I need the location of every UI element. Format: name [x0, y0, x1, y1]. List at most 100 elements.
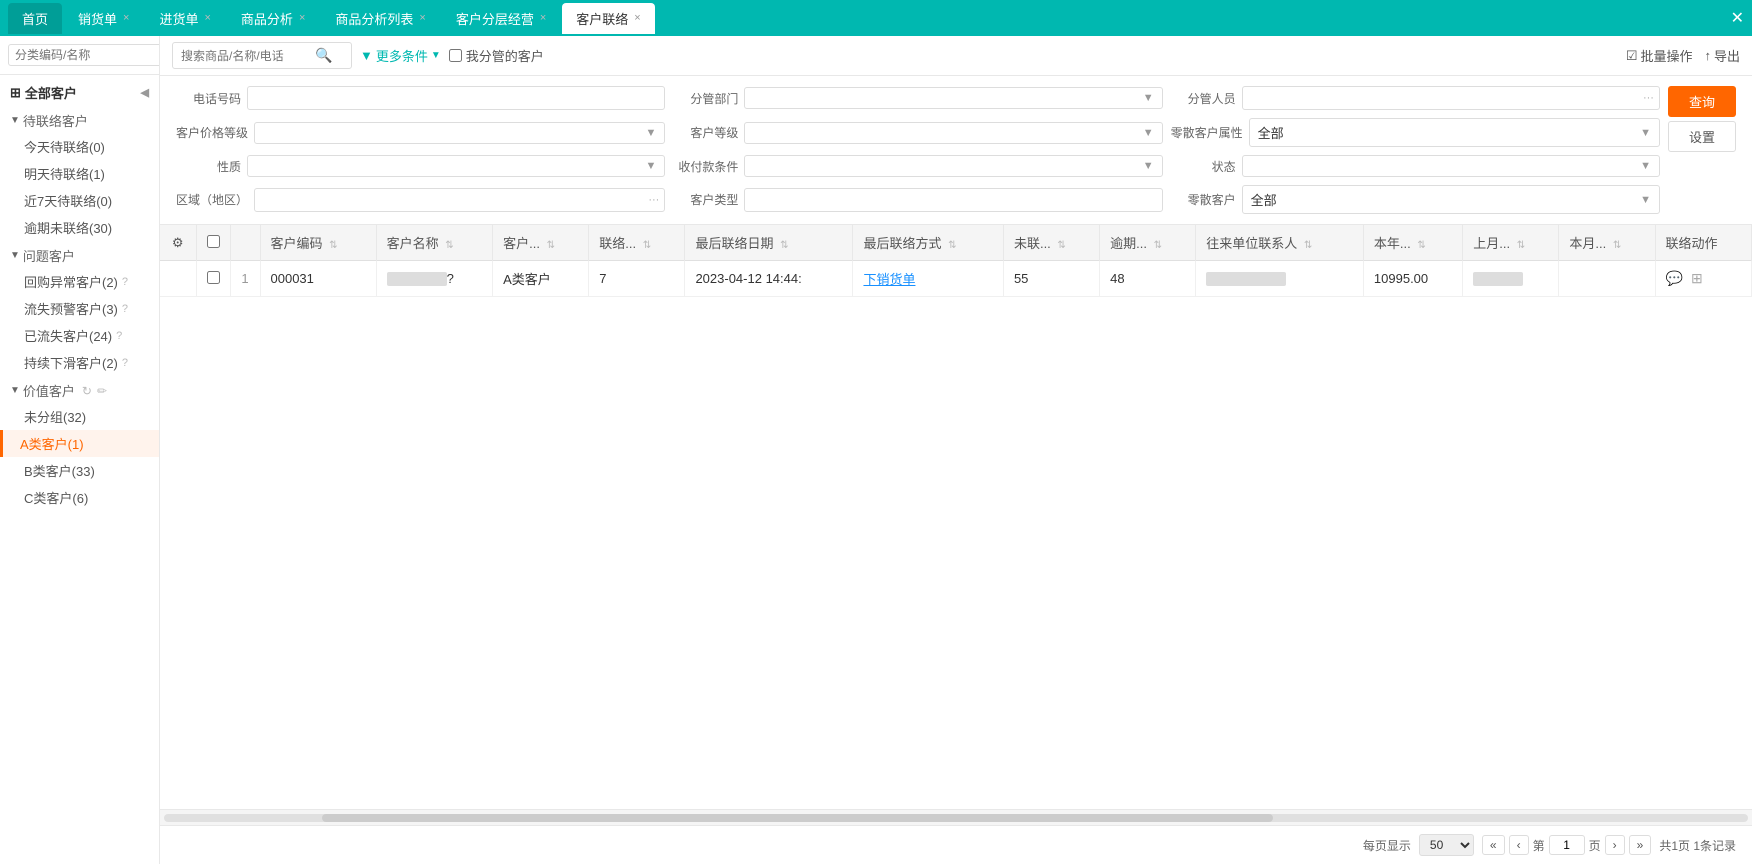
next-page-btn[interactable]: › [1605, 835, 1625, 855]
sidebar-item-abnormal-repurchase[interactable]: 回购异常客户(2) ? [0, 268, 159, 295]
all-customers-header[interactable]: ⊞ 全部客户 ◀ [0, 75, 159, 106]
tab-home-label: 首页 [22, 9, 48, 28]
first-page-btn[interactable]: « [1482, 835, 1505, 855]
sidebar-item-churn-warning[interactable]: 流失预警客户(3) ? [0, 295, 159, 322]
filter-price-level: 客户价格等级 ▼ [176, 122, 665, 144]
filter-retail-customer: 零散客户 全部 ▼ [1171, 185, 1660, 214]
col-customer-name[interactable]: 客户名称 ⇅ [376, 225, 492, 261]
tab-customer-contact-close[interactable]: × [634, 12, 640, 24]
search-icon-main[interactable]: 🔍 [315, 47, 332, 64]
prev-page-btn[interactable]: ‹ [1509, 835, 1529, 855]
settings-button[interactable]: 设置 [1668, 121, 1736, 152]
col-no-contact[interactable]: 未联... ⇅ [1003, 225, 1099, 261]
churned-label: 已流失客户(24) [24, 326, 112, 345]
chat-icon[interactable]: 💬 [1666, 270, 1683, 287]
collapse-icon[interactable]: ◀ [141, 86, 149, 99]
search-input[interactable] [181, 49, 311, 63]
group-problem-customer[interactable]: ▼ 问题客户 [0, 241, 159, 268]
col-last-contact-method[interactable]: 最后联络方式 ⇅ [853, 225, 1004, 261]
col-customer-type[interactable]: 客户... ⇅ [493, 225, 589, 261]
sidebar-item-overdue-contact[interactable]: 逾期未联络(30) [0, 214, 159, 241]
sidebar-item-class-a[interactable]: A类客户(1) [0, 430, 159, 457]
my-customer-checkbox[interactable]: 我分管的客户 [449, 46, 544, 65]
tab-goods-analysis-list-close[interactable]: × [419, 12, 425, 24]
tab-home[interactable]: 首页 [8, 3, 62, 34]
last-page-btn[interactable]: » [1629, 835, 1652, 855]
page-size-select[interactable]: 50 100 200 [1419, 834, 1474, 856]
sidebar-item-class-c[interactable]: C类客户(6) [0, 484, 159, 511]
export-btn[interactable]: ↑ 导出 [1704, 46, 1740, 65]
sidebar-item-declining[interactable]: 持续下滑客户(2) ? [0, 349, 159, 376]
contact-method-link[interactable]: 下销货单 [863, 272, 915, 287]
declining-label: 持续下滑客户(2) [24, 353, 118, 372]
horizontal-scrollbar[interactable] [164, 814, 1748, 822]
overdue-contact-label: 逾期未联络(30) [24, 218, 112, 237]
filter-price-level-select[interactable]: ▼ [254, 122, 665, 144]
tab-customer-segment[interactable]: 客户分层经营 × [442, 3, 560, 34]
filter-customer-type-input[interactable] [744, 188, 1162, 212]
sidebar-item-class-b[interactable]: B类客户(33) [0, 457, 159, 484]
table-row: 1 000031 ? A类客户 7 2023-04-12 14:44: 下销货单… [160, 261, 1752, 297]
filter-status-select[interactable]: ▼ [1242, 155, 1660, 177]
sort-icon-method: ⇅ [948, 240, 956, 251]
group-pending-contact[interactable]: ▼ 待联络客户 [0, 106, 159, 133]
filter-nature-select[interactable]: ▼ [247, 155, 665, 177]
col-contact-count[interactable]: 联络... ⇅ [589, 225, 685, 261]
filter-customer-level-select[interactable]: ▼ [744, 122, 1162, 144]
cell-contact-count: 7 [589, 261, 685, 297]
sidebar-item-churned[interactable]: 已流失客户(24) ? [0, 322, 159, 349]
tab-purchase[interactable]: 进货单 × [145, 3, 224, 34]
row-checkbox[interactable] [207, 271, 220, 284]
edit-icon[interactable]: ✏ [97, 384, 107, 398]
help-icon-4[interactable]: ? [122, 357, 128, 369]
filter-person-input[interactable] [1242, 86, 1660, 110]
col-this-year[interactable]: 本年... ⇅ [1363, 225, 1462, 261]
filter-dept-select[interactable]: ▼ [744, 87, 1162, 109]
col-last-contact-date[interactable]: 最后联络日期 ⇅ [685, 225, 853, 261]
col-this-month[interactable]: 本月... ⇅ [1559, 225, 1655, 261]
table-container: ⚙ 客户编码 ⇅ 客户名称 ⇅ 客户... ⇅ 联络... ⇅ 最后联络日期 ⇅… [160, 225, 1752, 809]
window-close-button[interactable]: ✕ [1731, 8, 1744, 28]
sidebar-item-tomorrow-contact[interactable]: 明天待联络(1) [0, 160, 159, 187]
sidebar-search-input[interactable] [8, 44, 160, 66]
filter-phone-input[interactable] [247, 86, 665, 110]
col-overdue[interactable]: 逾期... ⇅ [1100, 225, 1196, 261]
page-number-input[interactable] [1549, 835, 1585, 855]
filter-status-arrow: ▼ [1640, 160, 1651, 172]
sidebar-item-today-contact[interactable]: 今天待联络(0) [0, 133, 159, 160]
help-icon-1[interactable]: ? [122, 276, 128, 288]
sort-icon-count: ⇅ [643, 240, 651, 251]
col-settings[interactable]: ⚙ [160, 225, 196, 261]
filter-person-more[interactable]: ··· [1643, 92, 1654, 104]
refresh-icon[interactable]: ↻ [82, 384, 92, 398]
tab-goods-analysis[interactable]: 商品分析 × [227, 3, 319, 34]
my-customer-check[interactable] [449, 49, 462, 62]
tab-customer-contact[interactable]: 客户联络 × [562, 3, 654, 34]
help-icon-2[interactable]: ? [122, 303, 128, 315]
col-customer-code[interactable]: 客户编码 ⇅ [260, 225, 376, 261]
sidebar-item-week-contact[interactable]: 近7天待联络(0) [0, 187, 159, 214]
filter-retail-attr-select[interactable]: 全部 ▼ [1249, 118, 1660, 147]
tab-customer-segment-close[interactable]: × [540, 12, 546, 24]
filter-region-input[interactable] [254, 188, 665, 212]
qr-icon[interactable]: ⊞ [1691, 270, 1703, 287]
tab-sales-close[interactable]: × [123, 12, 129, 24]
help-icon-3[interactable]: ? [116, 330, 122, 342]
filter-chevron-icon: ▼ [431, 50, 441, 61]
tab-goods-analysis-list[interactable]: 商品分析列表 × [321, 3, 439, 34]
col-last-month[interactable]: 上月... ⇅ [1463, 225, 1559, 261]
filter-region-more[interactable]: ··· [648, 194, 659, 206]
batch-op-btn[interactable]: ☑ 批量操作 [1626, 46, 1693, 65]
query-button[interactable]: 查询 [1668, 86, 1736, 117]
group-value-customer[interactable]: ▼ 价值客户 ↻ ✏ [0, 376, 159, 403]
col-unit-contact[interactable]: 往来单位联系人 ⇅ [1196, 225, 1364, 261]
tab-purchase-close[interactable]: × [204, 12, 210, 24]
select-all-checkbox[interactable] [207, 235, 220, 248]
filter-payment-select[interactable]: ▼ [744, 155, 1162, 177]
scrollbar-thumb[interactable] [322, 814, 1272, 822]
sidebar-item-unclassified[interactable]: 未分组(32) [0, 403, 159, 430]
tab-goods-analysis-close[interactable]: × [299, 12, 305, 24]
filter-more-btn[interactable]: ▼ 更多条件 ▼ [360, 46, 441, 65]
filter-retail-customer-select[interactable]: 全部 ▼ [1242, 185, 1660, 214]
tab-sales[interactable]: 销货单 × [64, 3, 143, 34]
